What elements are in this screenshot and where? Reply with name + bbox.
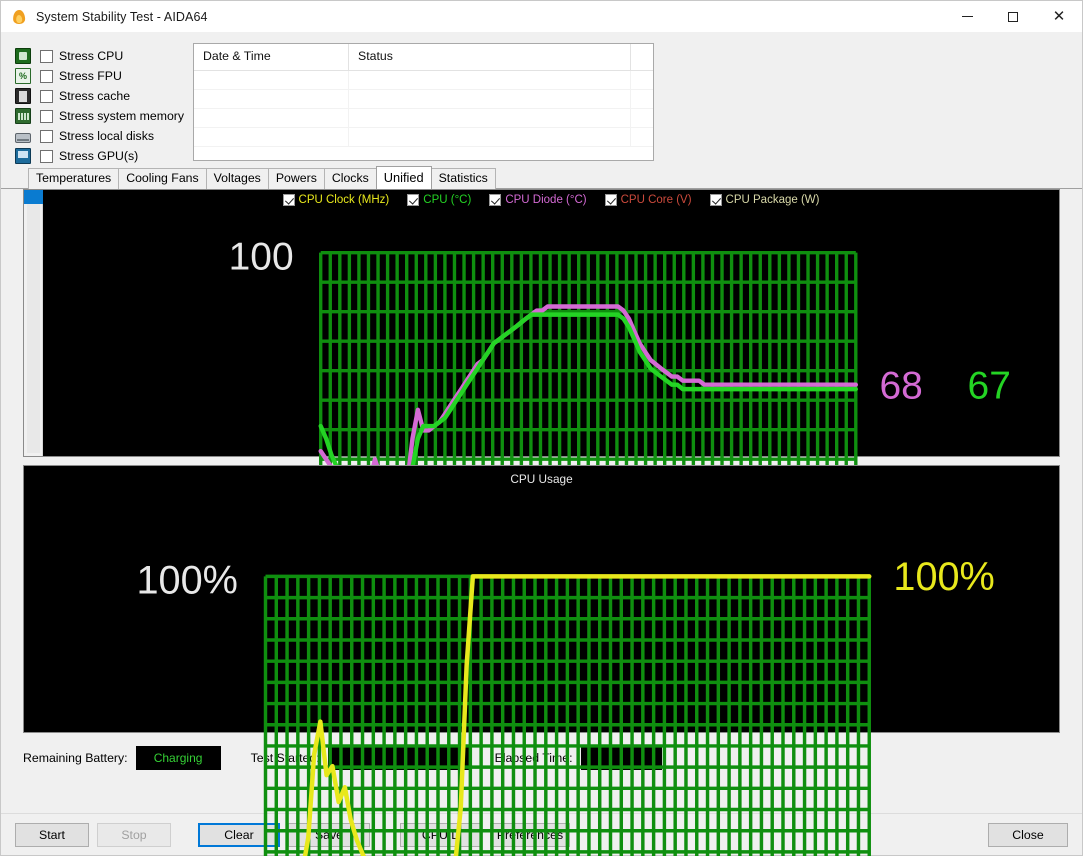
column-header-status[interactable]: Status (349, 44, 631, 71)
stress-cache-label: Stress cache (59, 89, 131, 103)
stress-memory-checkbox[interactable] (40, 109, 53, 123)
tab-powers[interactable]: Powers (267, 168, 325, 189)
stress-option-cache[interactable]: Stress cache (15, 86, 185, 106)
window-title: System Stability Test - AIDA64 (36, 9, 208, 24)
close-window-button[interactable]: ✕ (1036, 1, 1082, 33)
legend-item-cpu-clock[interactable]: CPU Clock (MHz) (282, 194, 390, 206)
svg-text:100: 100 (229, 236, 294, 279)
stress-cache-checkbox[interactable] (40, 89, 53, 103)
tab-temperatures[interactable]: Temperatures (28, 168, 120, 189)
table-row (194, 90, 653, 109)
svg-text:68: 68 (880, 364, 923, 407)
stress-option-cpu[interactable]: Stress CPU (15, 46, 185, 66)
stress-option-gpu[interactable]: Stress GPU(s) (15, 146, 185, 166)
minimize-button[interactable] (944, 1, 990, 33)
window-controls: ✕ (944, 1, 1082, 33)
aida64-stability-window: System Stability Test - AIDA64 ✕ Stress … (0, 0, 1083, 856)
top-section: Stress CPU % Stress FPU Stress cache Str… (1, 33, 1082, 164)
stress-option-disks[interactable]: Stress local disks (15, 126, 185, 146)
cpu-icon (15, 48, 31, 64)
title-bar: System Stability Test - AIDA64 ✕ (1, 1, 1082, 33)
stress-cpu-checkbox[interactable] (40, 49, 53, 63)
graph-legend: CPU Clock (MHz) CPU (°C) CPU Diode (°C) … (43, 194, 1059, 206)
legend-checkbox-cpu-diode[interactable] (489, 194, 502, 206)
scrollbar-thumb[interactable] (24, 190, 43, 204)
stress-fpu-checkbox[interactable] (40, 69, 53, 83)
graph-scrollbar[interactable] (24, 190, 43, 456)
legend-item-cpu-diode[interactable]: CPU Diode (°C) (489, 194, 587, 206)
stress-option-memory[interactable]: Stress system memory (15, 106, 185, 126)
memory-icon (15, 108, 31, 124)
stress-fpu-label: Stress FPU (59, 69, 122, 83)
legend-checkbox-cpu-core[interactable] (604, 194, 617, 206)
minimize-icon (961, 16, 973, 17)
tab-cooling-fans[interactable]: Cooling Fans (118, 168, 207, 189)
legend-label-cpu-clock: CPU Clock (MHz) (298, 194, 390, 206)
legend-label-cpu-temp: CPU (°C) (423, 194, 472, 206)
log-table[interactable]: Date & Time Status (193, 43, 654, 161)
legend-checkbox-cpu-package[interactable] (709, 194, 722, 206)
stress-disks-checkbox[interactable] (40, 129, 53, 143)
stress-disks-label: Stress local disks (59, 129, 154, 143)
close-icon: ✕ (1052, 7, 1066, 25)
svg-text:100%: 100% (136, 559, 237, 603)
cpu-usage-chart-svg: 100%0%100% (136, 555, 995, 856)
tab-unified[interactable]: Unified (375, 166, 432, 189)
column-header-extra[interactable] (631, 44, 653, 71)
svg-text:67: 67 (968, 364, 1011, 407)
fpu-icon: % (15, 68, 31, 84)
disk-icon (15, 132, 31, 143)
unified-graph-area: CPU Clock (MHz) CPU (°C) CPU Diode (°C) … (43, 190, 1059, 692)
column-header-datetime[interactable]: Date & Time (194, 44, 349, 71)
legend-checkbox-cpu-clock[interactable] (282, 194, 295, 206)
gpu-icon (15, 148, 31, 164)
legend-label-cpu-core: CPU Core (V) (620, 194, 692, 206)
legend-label-cpu-package: CPU Package (W) (725, 194, 820, 206)
stress-gpu-label: Stress GPU(s) (59, 149, 139, 163)
stress-memory-label: Stress system memory (59, 109, 185, 123)
cache-icon (15, 88, 31, 104)
stress-options-list: Stress CPU % Stress FPU Stress cache Str… (15, 43, 185, 164)
legend-checkbox-cpu-temp[interactable] (407, 194, 420, 206)
maximize-icon (1008, 11, 1018, 22)
log-table-header: Date & Time Status (194, 44, 653, 71)
legend-item-cpu-temp[interactable]: CPU (°C) (407, 194, 471, 206)
stress-gpu-checkbox[interactable] (40, 149, 53, 163)
cpu-usage-panel: CPU Usage 100%0%100% (23, 465, 1060, 856)
flame-icon (11, 9, 27, 25)
log-table-body (194, 71, 653, 160)
legend-item-cpu-core[interactable]: CPU Core (V) (604, 194, 692, 206)
legend-item-cpu-package[interactable]: CPU Package (W) (709, 194, 820, 206)
tab-statistics[interactable]: Statistics (430, 168, 496, 189)
stress-option-fpu[interactable]: % Stress FPU (15, 66, 185, 86)
table-row (194, 109, 653, 128)
scrollbar-track[interactable] (27, 193, 40, 453)
tab-clocks[interactable]: Clocks (323, 168, 377, 189)
tab-voltages[interactable]: Voltages (205, 168, 269, 189)
tab-bar: Temperatures Cooling Fans Voltages Power… (1, 166, 1082, 189)
legend-label-cpu-diode: CPU Diode (°C) (505, 194, 587, 206)
table-row (194, 71, 653, 90)
unified-graph-panel: CPU Clock (MHz) CPU (°C) CPU Diode (°C) … (23, 189, 1060, 692)
table-row (194, 128, 653, 147)
svg-text:100%: 100% (893, 555, 994, 599)
stress-cpu-label: Stress CPU (59, 49, 124, 63)
maximize-button[interactable] (990, 1, 1036, 33)
